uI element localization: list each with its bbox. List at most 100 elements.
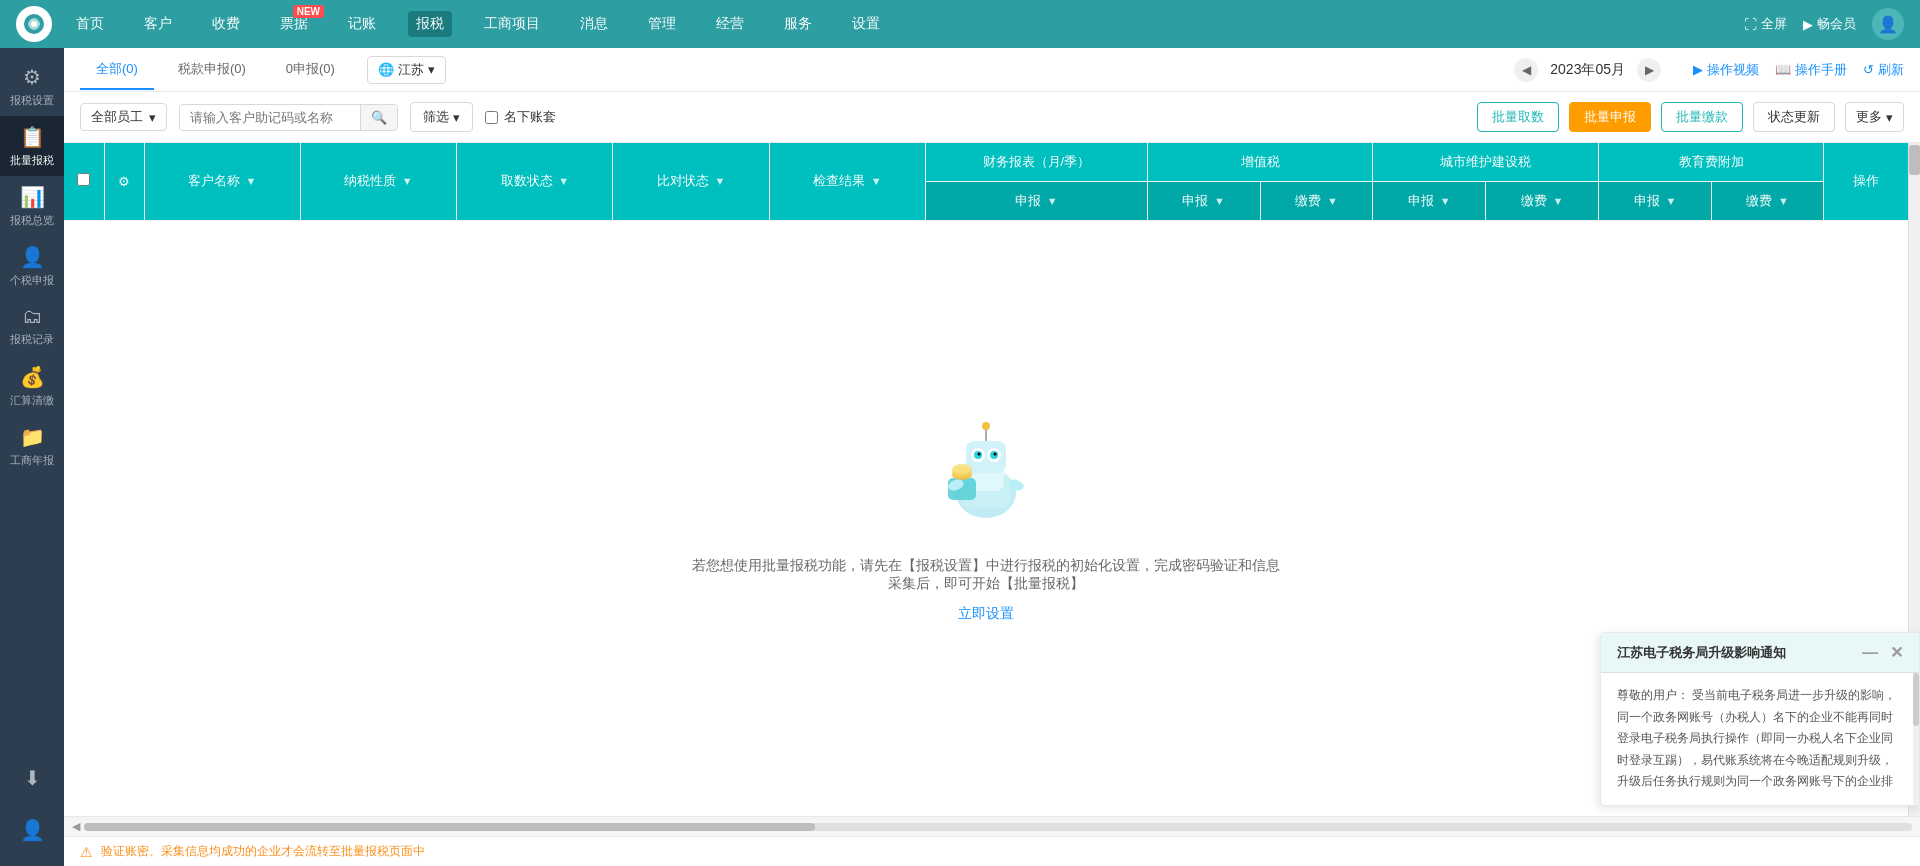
settlement-icon: 💰 (20, 365, 45, 389)
chevron-down-icon: ▾ (428, 62, 435, 77)
search-input[interactable] (180, 105, 360, 130)
check-result-filter-icon[interactable]: ▼ (871, 175, 882, 187)
notification-scroll-thumb (1913, 673, 1919, 726)
sidebar-item-batch-tax[interactable]: 📋 批量报税 (0, 116, 64, 176)
nav-items: 首页 客户 收费 票据 NEW 记账 报税 工商项目 消息 管理 经营 服务 设… (68, 11, 1744, 37)
prev-month-btn[interactable]: ◀ (1514, 58, 1538, 82)
nav-accounting[interactable]: 记账 (340, 11, 384, 37)
manual-btn[interactable]: 📖 操作手册 (1775, 61, 1847, 79)
notification-header: 江苏电子税务局升级影响通知 — ✕ (1601, 633, 1919, 673)
video-btn[interactable]: ▶ 操作视频 (1693, 61, 1759, 79)
sidebar-item-settlement[interactable]: 💰 汇算清缴 (0, 356, 64, 416)
sidebar-item-tax-settings[interactable]: ⚙ 报税设置 (0, 56, 64, 116)
scroll-thumb (84, 823, 815, 831)
sidebar-bottom: ⬇ 👤 (0, 754, 64, 866)
setup-link[interactable]: 立即设置 (958, 605, 1014, 623)
employee-select-label: 全部员工 (91, 108, 143, 126)
user-avatar[interactable]: 👤 (1872, 8, 1904, 40)
tab-tax-declare[interactable]: 税款申报(0) (162, 50, 262, 90)
filter-button[interactable]: 筛选 ▾ (410, 102, 473, 132)
tab-zero-declare[interactable]: 0申报(0) (270, 50, 351, 90)
account-checkbox[interactable] (485, 111, 498, 124)
th-vat-pay: 缴费 ▼ (1260, 182, 1373, 221)
nav-right: ⛶ 全屏 ▶ 畅会员 👤 (1744, 8, 1904, 40)
nav-operation[interactable]: 经营 (708, 11, 752, 37)
refresh-icon: ↺ (1863, 62, 1874, 77)
nav-client[interactable]: 客户 (136, 11, 180, 37)
member-btn[interactable]: ▶ 畅会员 (1803, 15, 1856, 33)
client-name-filter-icon[interactable]: ▼ (246, 175, 257, 187)
table-header-row1: ⚙ 客户名称 ▼ 纳税性质 ▼ 取数状态 (64, 143, 1908, 182)
th-vat: 增值税 (1147, 143, 1373, 182)
nav-business[interactable]: 工商项目 (476, 11, 548, 37)
empty-state-message: 若您想使用批量报税功能，请先在【报税设置】中进行报税的初始化设置，完成密码验证和… (686, 557, 1286, 593)
scroll-track[interactable] (84, 823, 1912, 831)
nav-message[interactable]: 消息 (572, 11, 616, 37)
app-logo[interactable] (16, 6, 52, 42)
tax-type-filter-icon[interactable]: ▼ (402, 175, 413, 187)
svg-point-17 (952, 464, 972, 474)
th-tax-type: 纳税性质 ▼ (300, 143, 456, 220)
refresh-btn[interactable]: ↺ 刷新 (1863, 61, 1904, 79)
tab-right-actions: ▶ 操作视频 📖 操作手册 ↺ 刷新 (1693, 61, 1904, 79)
th-client-name: 客户名称 ▼ (144, 143, 300, 220)
book-icon: 📖 (1775, 62, 1791, 77)
sidebar-user[interactable]: 👤 (0, 806, 64, 854)
th-edu-declare: 申报 ▼ (1599, 182, 1712, 221)
nav-service[interactable]: 服务 (776, 11, 820, 37)
nav-invoice[interactable]: 票据 NEW (272, 11, 316, 37)
horizontal-scrollbar[interactable]: ◀ (64, 816, 1920, 836)
nav-home[interactable]: 首页 (68, 11, 112, 37)
download-icon: ⬇ (24, 766, 41, 790)
sidebar-download[interactable]: ⬇ (0, 754, 64, 802)
fullscreen-btn[interactable]: ⛶ 全屏 (1744, 15, 1787, 33)
nav-management[interactable]: 管理 (640, 11, 684, 37)
status-update-btn[interactable]: 状态更新 (1753, 102, 1835, 132)
annual-report-icon: 📁 (20, 425, 45, 449)
th-financial-declare: 申报 ▼ (926, 182, 1148, 221)
svg-point-1 (31, 21, 37, 27)
batch-fetch-btn[interactable]: 批量取数 (1477, 102, 1559, 132)
svg-point-11 (994, 453, 997, 456)
current-month: 2023年05月 (1550, 61, 1625, 79)
sidebar-item-annual-report[interactable]: 📁 工商年报 (0, 416, 64, 476)
select-all-checkbox[interactable] (77, 173, 90, 186)
notification-minimize-btn[interactable]: — (1862, 644, 1878, 662)
nav-settings[interactable]: 设置 (844, 11, 888, 37)
notification-panel: 江苏电子税务局升级影响通知 — ✕ 尊敬的用户： 受当前电子税务局进一步升级的影… (1600, 632, 1920, 806)
personal-tax-icon: 👤 (20, 245, 45, 269)
robot-illustration (926, 413, 1046, 533)
tax-settings-icon: ⚙ (23, 65, 41, 89)
batch-pay-btn[interactable]: 批量缴款 (1661, 102, 1743, 132)
compare-status-filter-icon[interactable]: ▼ (714, 175, 725, 187)
v-scroll-thumb (1909, 145, 1920, 175)
fetch-status-filter-icon[interactable]: ▼ (558, 175, 569, 187)
nav-tax[interactable]: 报税 (408, 11, 452, 37)
region-icon: 🌐 (378, 62, 394, 77)
notification-scrollbar[interactable] (1913, 673, 1919, 805)
region-label: 江苏 (398, 61, 424, 79)
employee-select[interactable]: 全部员工 ▾ (80, 103, 167, 131)
region-selector[interactable]: 🌐 江苏 ▾ (367, 56, 446, 84)
search-button[interactable]: 🔍 (360, 105, 397, 130)
th-checkbox[interactable] (64, 143, 104, 220)
tab-all[interactable]: 全部(0) (80, 50, 154, 90)
next-month-btn[interactable]: ▶ (1637, 58, 1661, 82)
nav-fee[interactable]: 收费 (204, 11, 248, 37)
svg-point-13 (982, 422, 990, 430)
notification-close-btn[interactable]: ✕ (1890, 643, 1903, 662)
account-checkbox-label[interactable]: 名下账套 (485, 108, 556, 126)
tab-bar: 全部(0) 税款申报(0) 0申报(0) 🌐 江苏 ▾ ◀ 2023年05月 ▶… (64, 48, 1920, 92)
data-table: ⚙ 客户名称 ▼ 纳税性质 ▼ 取数状态 (64, 143, 1908, 221)
toolbar-right: 批量取数 批量申报 批量缴款 状态更新 更多 ▾ (1477, 102, 1904, 132)
th-settings[interactable]: ⚙ (104, 143, 144, 220)
th-education-surcharge: 教育费附加 (1599, 143, 1824, 182)
sidebar-item-tax-records[interactable]: 🗂 报税记录 (0, 296, 64, 356)
batch-declare-btn[interactable]: 批量申报 (1569, 102, 1651, 132)
more-btn[interactable]: 更多 ▾ (1845, 102, 1904, 132)
month-nav: ◀ 2023年05月 ▶ (1514, 58, 1661, 82)
sidebar-item-tax-overview[interactable]: 📊 报税总览 (0, 176, 64, 236)
sidebar-item-personal-tax[interactable]: 👤 个税申报 (0, 236, 64, 296)
th-fetch-status: 取数状态 ▼ (457, 143, 613, 220)
video-icon: ▶ (1693, 62, 1703, 77)
